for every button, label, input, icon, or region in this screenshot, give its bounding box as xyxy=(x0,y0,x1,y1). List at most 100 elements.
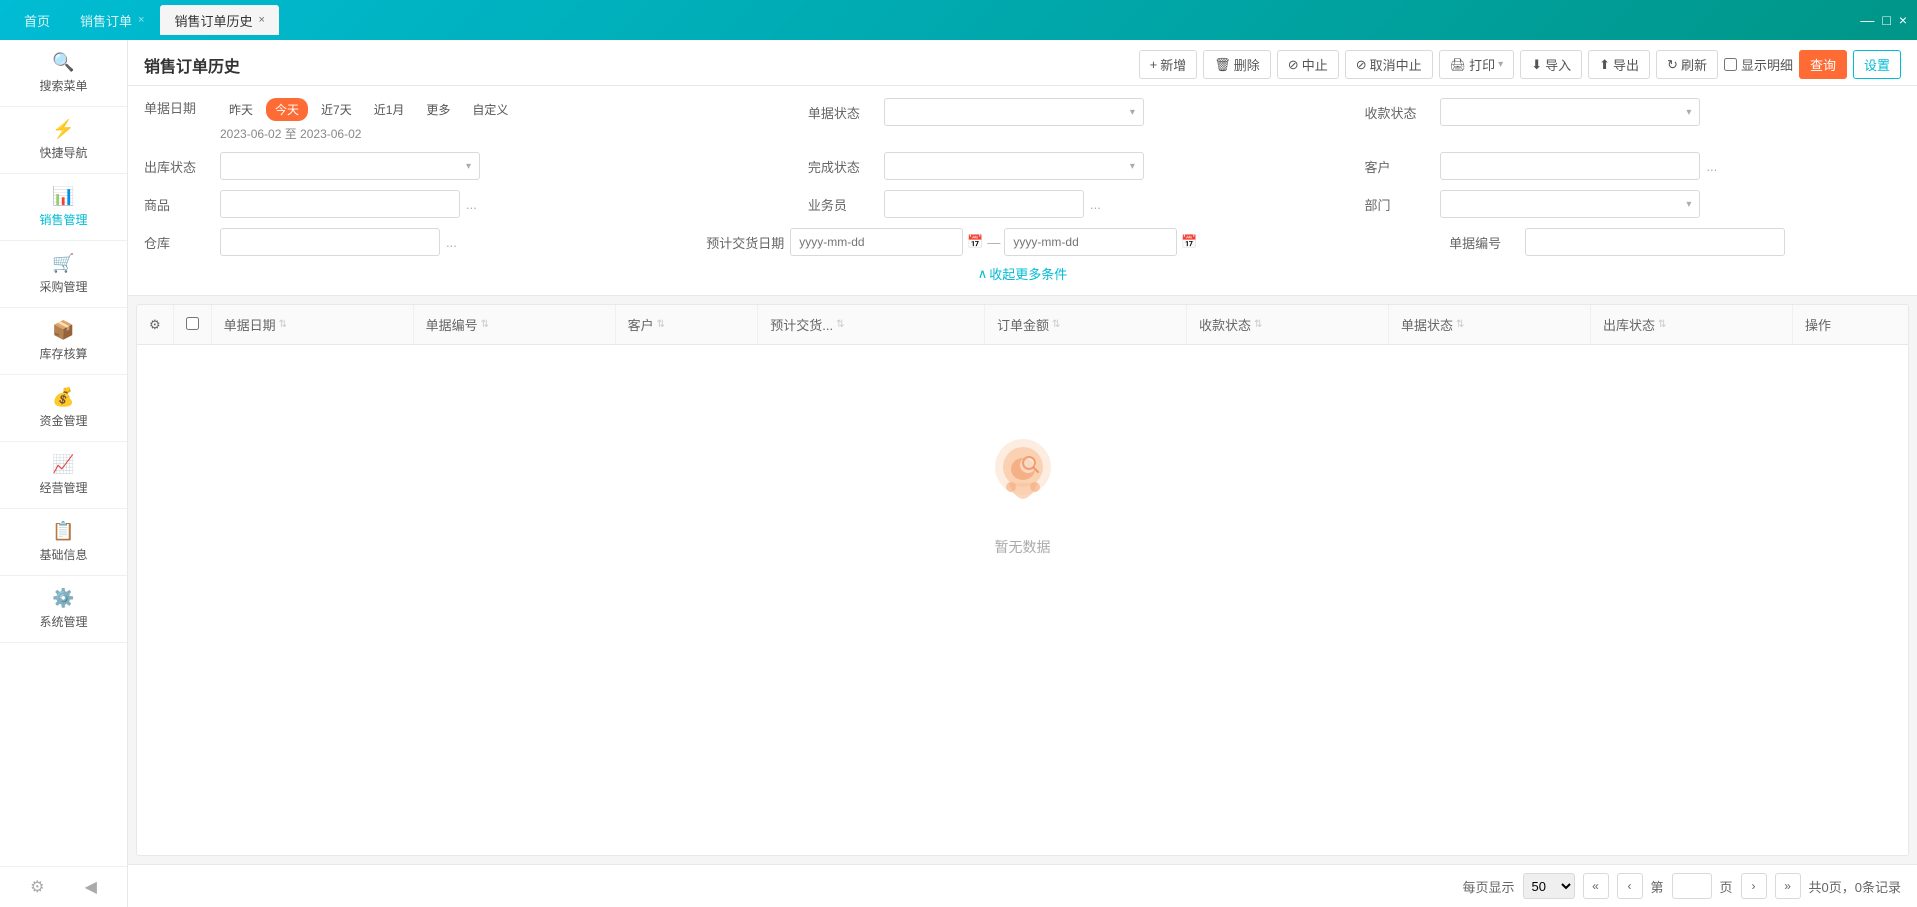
th-expected-date[interactable]: 预计交货... ⇅ xyxy=(758,305,985,345)
sort-amount[interactable]: 订单金额 ⇅ xyxy=(997,315,1174,334)
sidebar-item-quick-nav[interactable]: ⚡ 快捷导航 xyxy=(0,107,127,174)
date-1month[interactable]: 近1月 xyxy=(365,98,414,121)
th-amount[interactable]: 订单金额 ⇅ xyxy=(985,305,1187,345)
tab-sales-order-close[interactable]: × xyxy=(138,14,144,26)
print-icon: 🖨 xyxy=(1450,57,1467,73)
sidebar-item-operations[interactable]: 📈 经营管理 xyxy=(0,442,127,509)
operations-icon: 📈 xyxy=(52,454,74,475)
expected-date-from[interactable] xyxy=(790,228,963,256)
sort-receipt-status[interactable]: 收款状态 ⇅ xyxy=(1199,315,1376,334)
customer-dots[interactable]: ... xyxy=(1706,159,1717,174)
minimize-btn[interactable]: — xyxy=(1860,12,1874,28)
th-settings[interactable]: ⚙ xyxy=(137,305,173,345)
column-settings-icon[interactable]: ⚙ xyxy=(149,317,161,332)
sidebar-item-purchase-mgmt[interactable]: 🛒 采购管理 xyxy=(0,241,127,308)
content-area: 销售订单历史 + 新增 🗑 删除 ⊘ 中止 ⊘ 取消中止 xyxy=(128,40,1917,907)
sort-no[interactable]: 单据编号 ⇅ xyxy=(426,315,603,334)
cancel-stop-button[interactable]: ⊘ 取消中止 xyxy=(1345,50,1433,79)
first-page-btn[interactable]: « xyxy=(1583,873,1609,899)
tab-list: 首页 销售订单 × 销售订单历史 × xyxy=(10,5,1860,35)
collapse-sidebar-icon[interactable]: ◀ xyxy=(85,877,97,897)
refresh-icon: ↻ xyxy=(1667,57,1678,73)
sidebar-item-inventory-label: 库存核算 xyxy=(39,345,87,362)
warehouse-dots[interactable]: ... xyxy=(446,235,457,250)
sort-customer[interactable]: 客户 ⇅ xyxy=(628,315,746,334)
select-all-checkbox[interactable] xyxy=(186,317,199,330)
complete-status-select[interactable]: ▾ xyxy=(884,152,1144,180)
collapse-btn[interactable]: ∧ 收起更多条件 xyxy=(978,264,1068,283)
import-button[interactable]: ⬇ 导入 xyxy=(1520,50,1582,79)
warehouse-input[interactable] xyxy=(220,228,440,256)
print-label: 打印 xyxy=(1469,55,1495,74)
display-toggle-checkbox[interactable] xyxy=(1724,58,1737,71)
query-button[interactable]: 查询 xyxy=(1799,50,1847,79)
sidebar-item-system-label: 系统管理 xyxy=(39,613,87,630)
sidebar-item-system[interactable]: ⚙️ 系统管理 xyxy=(0,576,127,643)
settings-bottom-icon[interactable]: ⚙ xyxy=(30,877,44,897)
salesperson-dots[interactable]: ... xyxy=(1090,197,1101,212)
export-button[interactable]: ⬆ 导出 xyxy=(1588,50,1650,79)
window-controls: — □ × xyxy=(1860,12,1907,28)
settings-label: 设置 xyxy=(1864,55,1890,74)
sort-order-status[interactable]: 单据状态 ⇅ xyxy=(1401,315,1578,334)
th-customer-label: 客户 xyxy=(628,315,654,334)
date-custom[interactable]: 自定义 xyxy=(463,98,517,121)
date-more[interactable]: 更多 xyxy=(417,98,459,121)
tab-sales-history-close[interactable]: × xyxy=(258,14,264,26)
sort-expected-date[interactable]: 预计交货... ⇅ xyxy=(770,315,972,334)
sort-outbound-status[interactable]: 出库状态 ⇅ xyxy=(1603,315,1780,334)
order-no-input[interactable] xyxy=(1525,228,1785,256)
th-receipt-status[interactable]: 收款状态 ⇅ xyxy=(1187,305,1389,345)
th-customer[interactable]: 客户 ⇅ xyxy=(615,305,758,345)
receipt-status-select[interactable]: ▾ xyxy=(1440,98,1700,126)
sort-date-icon: ⇅ xyxy=(279,319,287,330)
date-today[interactable]: 今天 xyxy=(266,98,308,121)
order-status-select[interactable]: ▾ xyxy=(884,98,1144,126)
prev-page-btn[interactable]: ‹ xyxy=(1617,873,1643,899)
current-page-input[interactable]: 1 xyxy=(1672,873,1712,899)
sidebar: 🔍 搜索菜单 ⚡ 快捷导航 📊 销售管理 🛒 采购管理 📦 库存核算 💰 资金管… xyxy=(0,40,128,907)
cal-from-icon[interactable]: 📅 xyxy=(967,234,983,250)
page-size-select[interactable]: 10 20 50 100 xyxy=(1523,873,1575,899)
print-button[interactable]: 🖨 打印 ▾ xyxy=(1439,50,1515,79)
outbound-status-select[interactable]: ▾ xyxy=(220,152,480,180)
th-date[interactable]: 单据日期 ⇅ xyxy=(211,305,413,345)
total-info: 共0页，0条记录 xyxy=(1809,877,1901,896)
th-order-status[interactable]: 单据状态 ⇅ xyxy=(1389,305,1591,345)
new-button[interactable]: + 新增 xyxy=(1139,50,1198,79)
expected-date-to[interactable] xyxy=(1004,228,1177,256)
tab-home[interactable]: 首页 xyxy=(10,5,64,35)
display-toggle[interactable]: 显示明细 xyxy=(1724,55,1793,74)
date-7days[interactable]: 近7天 xyxy=(312,98,361,121)
salesperson-input[interactable] xyxy=(884,190,1084,218)
product-input[interactable] xyxy=(220,190,460,218)
dept-select[interactable]: ▾ xyxy=(1440,190,1700,218)
close-btn[interactable]: × xyxy=(1899,12,1907,28)
sort-date[interactable]: 单据日期 ⇅ xyxy=(224,315,401,334)
tab-sales-order[interactable]: 销售订单 × xyxy=(66,5,158,35)
customer-filter-input[interactable] xyxy=(1440,152,1700,180)
maximize-btn[interactable]: □ xyxy=(1882,12,1890,28)
tab-sales-history[interactable]: 销售订单历史 × xyxy=(160,5,278,35)
sidebar-item-sales-mgmt[interactable]: 📊 销售管理 xyxy=(0,174,127,241)
table-body: 暂无数据 xyxy=(137,345,1908,638)
th-no[interactable]: 单据编号 ⇅ xyxy=(413,305,615,345)
settings-button[interactable]: 设置 xyxy=(1853,50,1901,79)
page-title: 销售订单历史 xyxy=(144,53,240,77)
date-yesterday[interactable]: 昨天 xyxy=(220,98,262,121)
table-header-row: ⚙ 单据日期 ⇅ 单据编号 xyxy=(137,305,1908,345)
sidebar-item-inventory[interactable]: 📦 库存核算 xyxy=(0,308,127,375)
refresh-button[interactable]: ↻ 刷新 xyxy=(1656,50,1718,79)
salesperson-label: 业务员 xyxy=(808,195,878,214)
th-outbound-status[interactable]: 出库状态 ⇅ xyxy=(1591,305,1793,345)
sidebar-item-basic-info[interactable]: 📋 基础信息 xyxy=(0,509,127,576)
cal-to-icon[interactable]: 📅 xyxy=(1181,234,1197,250)
sidebar-item-search-menu[interactable]: 🔍 搜索菜单 xyxy=(0,40,127,107)
page-label: 第 xyxy=(1651,877,1664,896)
last-page-btn[interactable]: » xyxy=(1775,873,1801,899)
sidebar-item-finance[interactable]: 💰 资金管理 xyxy=(0,375,127,442)
delete-button[interactable]: 🗑 删除 xyxy=(1203,50,1271,79)
product-dots[interactable]: ... xyxy=(466,197,477,212)
next-page-btn[interactable]: › xyxy=(1741,873,1767,899)
stop-button[interactable]: ⊘ 中止 xyxy=(1277,50,1339,79)
